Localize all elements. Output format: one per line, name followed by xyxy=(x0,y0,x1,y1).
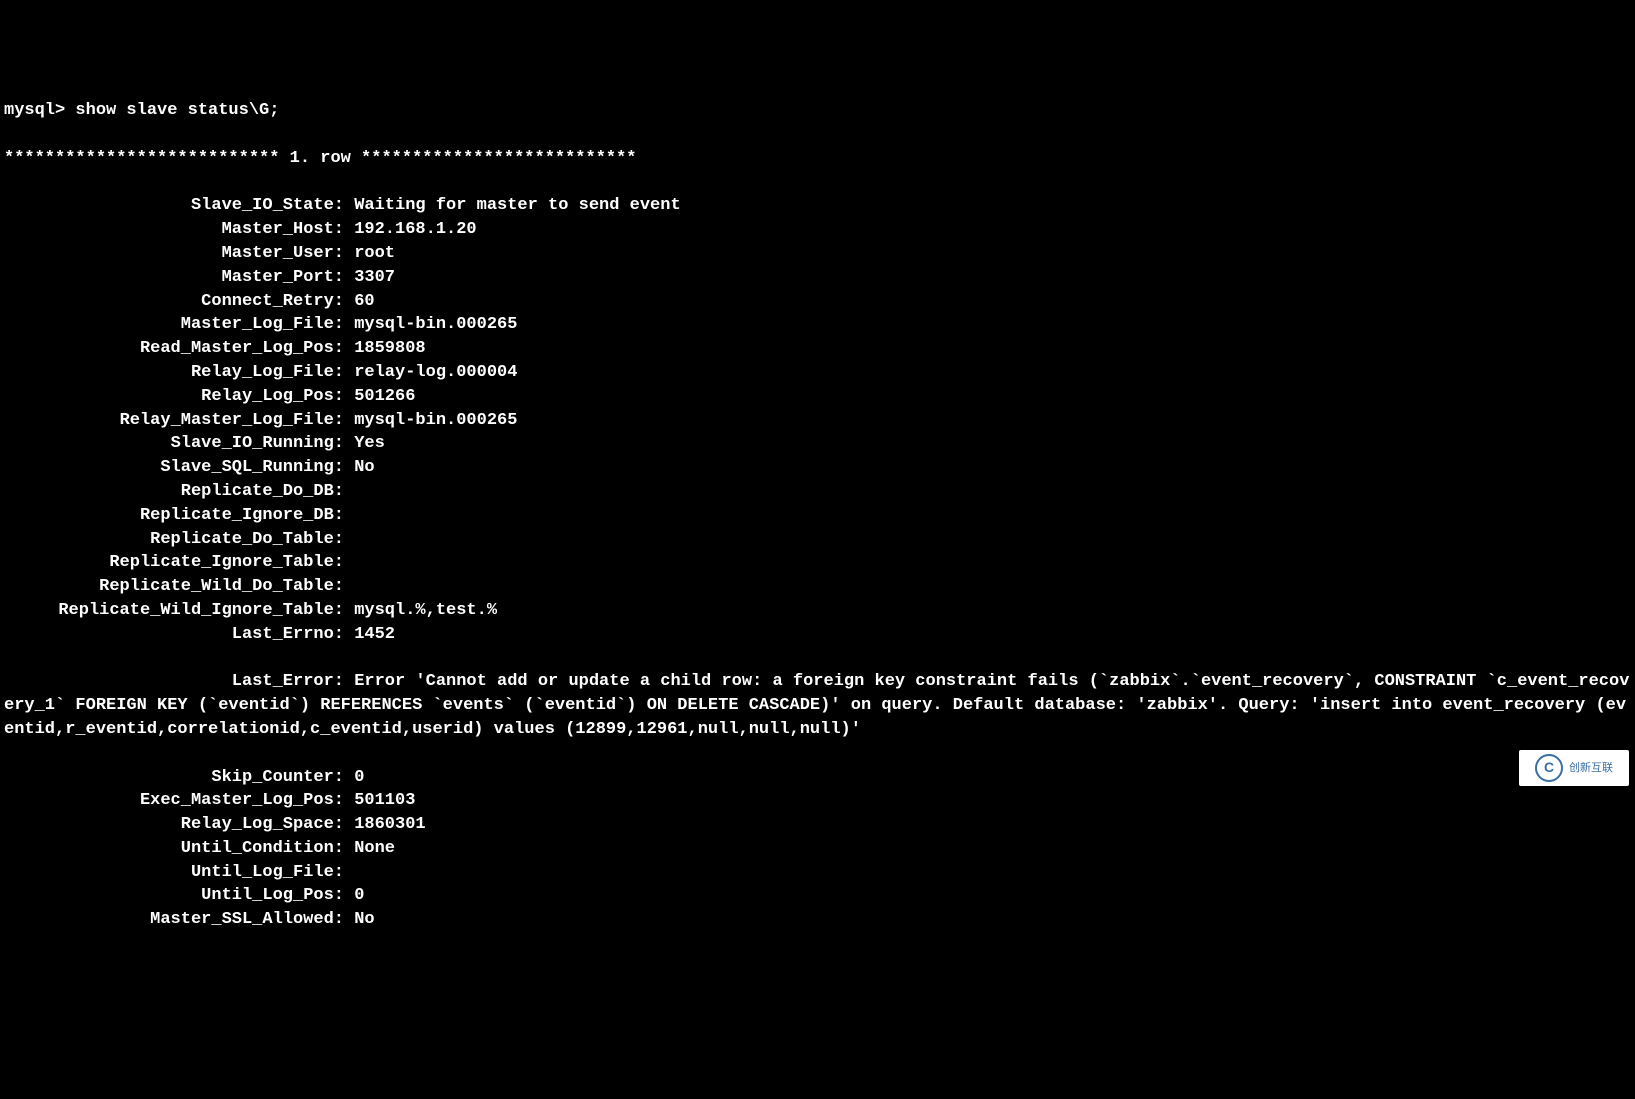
field-label: Connect_Retry: xyxy=(4,290,344,314)
status-field-row: Relay_Master_Log_File: mysql-bin.000265 xyxy=(4,409,1631,433)
status-field-row: Slave_SQL_Running: No xyxy=(4,456,1631,480)
field-label: Replicate_Wild_Do_Table: xyxy=(4,575,344,599)
status-field-row: Master_User: root xyxy=(4,242,1631,266)
field-label: Slave_IO_Running: xyxy=(4,432,344,456)
field-value: 3307 xyxy=(354,268,395,287)
status-field-row: Read_Master_Log_Pos: 1859808 xyxy=(4,337,1631,361)
status-fields: Slave_IO_State: Waiting for master to se… xyxy=(4,194,1631,646)
field-value: 192.168.1.20 xyxy=(354,220,476,239)
status-field-row: Until_Log_Pos: 0 xyxy=(4,884,1631,908)
field-label: Relay_Master_Log_File: xyxy=(4,409,344,433)
last-error-row: Last_Error: Error 'Cannot add or update … xyxy=(4,670,1631,741)
field-value: mysql.%,test.% xyxy=(354,601,497,620)
status-field-row: Replicate_Do_DB: xyxy=(4,480,1631,504)
field-value: mysql-bin.000265 xyxy=(354,411,517,430)
field-label: Master_Host: xyxy=(4,218,344,242)
watermark-logo: C 创新互联 xyxy=(1519,750,1629,786)
field-label: Read_Master_Log_Pos: xyxy=(4,337,344,361)
status-fields-after: Skip_Counter: 0Exec_Master_Log_Pos: 5011… xyxy=(4,766,1631,933)
field-value: 1859808 xyxy=(354,339,425,358)
row-header: *************************** 1. row *****… xyxy=(4,147,1631,171)
field-value: 501103 xyxy=(354,791,415,810)
field-value: 60 xyxy=(354,292,374,311)
field-value: No xyxy=(354,458,374,477)
field-value: 0 xyxy=(354,886,364,905)
status-field-row: Master_Port: 3307 xyxy=(4,266,1631,290)
field-label: Relay_Log_Pos: xyxy=(4,385,344,409)
status-field-row: Replicate_Wild_Ignore_Table: mysql.%,tes… xyxy=(4,599,1631,623)
status-field-row: Relay_Log_Space: 1860301 xyxy=(4,813,1631,837)
field-value: Waiting for master to send event xyxy=(354,196,680,215)
field-value: Yes xyxy=(354,434,385,453)
field-label: Master_Port: xyxy=(4,266,344,290)
status-field-row: Slave_IO_Running: Yes xyxy=(4,432,1631,456)
field-label: Relay_Log_Space: xyxy=(4,813,344,837)
status-field-row: Until_Condition: None xyxy=(4,837,1631,861)
status-field-row: Replicate_Ignore_DB: xyxy=(4,504,1631,528)
field-label: Replicate_Ignore_Table: xyxy=(4,551,344,575)
field-label: Slave_IO_State: xyxy=(4,194,344,218)
field-label: Slave_SQL_Running: xyxy=(4,456,344,480)
field-value: 1452 xyxy=(354,625,395,644)
field-label: Until_Log_Pos: xyxy=(4,884,344,908)
field-value: mysql-bin.000265 xyxy=(354,315,517,334)
field-label: Master_User: xyxy=(4,242,344,266)
field-label: Replicate_Ignore_DB: xyxy=(4,504,344,528)
field-label: Replicate_Do_DB: xyxy=(4,480,344,504)
status-field-row: Exec_Master_Log_Pos: 501103 xyxy=(4,789,1631,813)
field-label: Master_Log_File: xyxy=(4,313,344,337)
status-field-row: Replicate_Do_Table: xyxy=(4,528,1631,552)
status-field-row: Connect_Retry: 60 xyxy=(4,290,1631,314)
status-field-row: Master_SSL_Allowed: No xyxy=(4,908,1631,932)
field-label: Until_Log_File: xyxy=(4,861,344,885)
watermark-text: 创新互联 xyxy=(1569,762,1613,774)
field-label: Master_SSL_Allowed: xyxy=(4,908,344,932)
status-field-row: Master_Host: 192.168.1.20 xyxy=(4,218,1631,242)
field-value: No xyxy=(354,910,374,929)
status-field-row: Skip_Counter: 0 xyxy=(4,766,1631,790)
status-field-row: Relay_Log_File: relay-log.000004 xyxy=(4,361,1631,385)
status-field-row: Until_Log_File: xyxy=(4,861,1631,885)
status-field-row: Replicate_Wild_Do_Table: xyxy=(4,575,1631,599)
last-error-label: Last_Error: xyxy=(4,670,344,694)
status-field-row: Slave_IO_State: Waiting for master to se… xyxy=(4,194,1631,218)
field-value: relay-log.000004 xyxy=(354,363,517,382)
field-value: 501266 xyxy=(354,387,415,406)
field-value: root xyxy=(354,244,395,263)
field-label: Exec_Master_Log_Pos: xyxy=(4,789,344,813)
field-value: None xyxy=(354,839,395,858)
field-value: 0 xyxy=(354,768,364,787)
field-label: Relay_Log_File: xyxy=(4,361,344,385)
field-label: Skip_Counter: xyxy=(4,766,344,790)
field-label: Until_Condition: xyxy=(4,837,344,861)
status-field-row: Relay_Log_Pos: 501266 xyxy=(4,385,1631,409)
watermark-icon: C xyxy=(1535,754,1563,782)
field-value: 1860301 xyxy=(354,815,425,834)
field-label: Replicate_Do_Table: xyxy=(4,528,344,552)
status-field-row: Replicate_Ignore_Table: xyxy=(4,551,1631,575)
status-field-row: Last_Errno: 1452 xyxy=(4,623,1631,647)
status-field-row: Master_Log_File: mysql-bin.000265 xyxy=(4,313,1631,337)
field-label: Last_Errno: xyxy=(4,623,344,647)
field-label: Replicate_Wild_Ignore_Table: xyxy=(4,599,344,623)
mysql-prompt: mysql> show slave status\G; xyxy=(4,99,1631,123)
